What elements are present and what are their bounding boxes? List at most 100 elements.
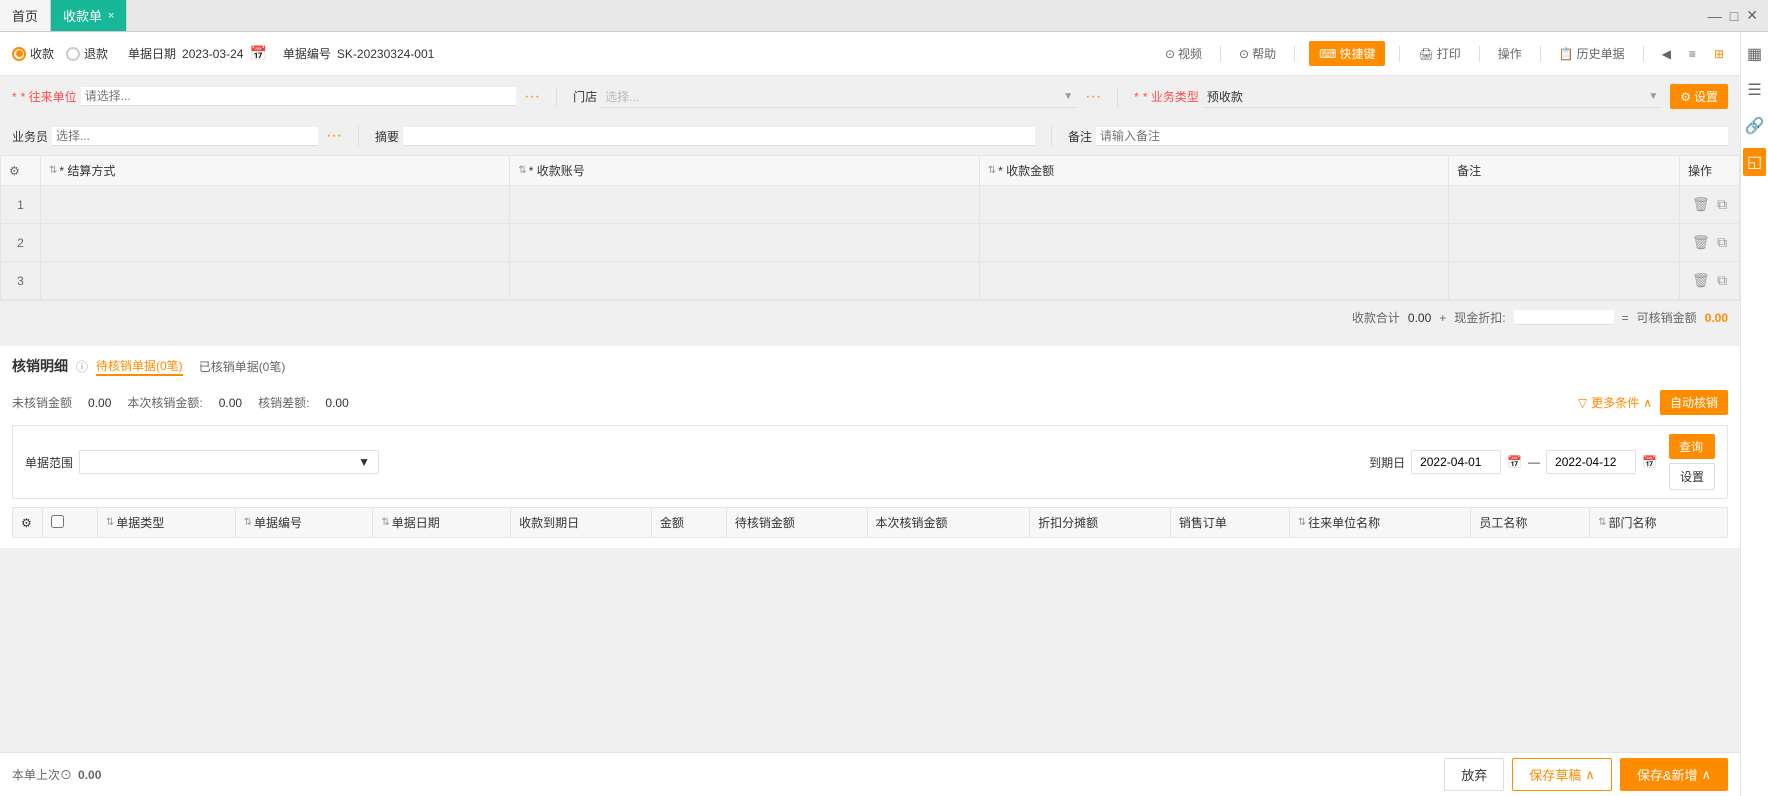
sidebar-icon-1[interactable]: ▦ [1743, 40, 1766, 68]
discount-input[interactable] [1514, 310, 1614, 325]
th-checkbox[interactable]: ⚙ [13, 508, 43, 538]
toolbar: 收款 退款 单据日期 2023-03-24 📅 单据编号 SK-20230324… [0, 32, 1740, 76]
radio-refund[interactable]: 退款 [66, 45, 108, 62]
auto-reconcile-btn[interactable]: 自动核销 [1660, 390, 1728, 415]
receipt-table: ⚙ ⇅ * 结算方式 ⇅ * 收款账号 [0, 155, 1740, 300]
th-checkbox-col[interactable] [43, 508, 98, 538]
table-settings-icon[interactable]: ⚙ [9, 164, 20, 178]
verifiable-label: 可核销金额 [1637, 309, 1697, 326]
completed-tab[interactable]: 已核销单据(0笔) [199, 358, 286, 375]
row-settle-1[interactable] [41, 186, 510, 224]
minimize-button[interactable]: — [1708, 7, 1722, 24]
salesperson-input[interactable] [52, 127, 318, 146]
sep-2 [1117, 87, 1118, 107]
calendar-to-icon[interactable]: 📅 [1642, 455, 1657, 469]
nav-prev-btn[interactable]: ◀ [1658, 45, 1675, 63]
row-amount-1[interactable] [979, 186, 1448, 224]
row-num-2: 2 [1, 224, 41, 262]
row-settle-3[interactable] [41, 262, 510, 300]
video-btn[interactable]: ⊙ 视频 [1161, 43, 1206, 64]
range-select-arrow: ▼ [358, 455, 370, 469]
th-settings[interactable]: ⚙ [1, 156, 41, 186]
row-settle-2[interactable] [41, 224, 510, 262]
sidebar-icon-4[interactable]: ◱ [1743, 148, 1766, 176]
more-conditions-btn[interactable]: ▽ 更多条件 ∧ [1578, 394, 1652, 411]
th-doc-num: ⇅ 单据编号 [235, 508, 373, 538]
row-amount-2[interactable] [979, 224, 1448, 262]
select-all-checkbox[interactable] [51, 515, 64, 528]
settings-grid-btn[interactable]: ⊞ [1710, 45, 1728, 63]
delete-icon-3[interactable]: 🗑 [1692, 272, 1710, 288]
required-star-partner: * [12, 90, 17, 104]
row-note-3[interactable] [1449, 262, 1680, 300]
calendar-from-icon[interactable]: 📅 [1507, 455, 1522, 469]
pending-tab[interactable]: 待核销单据(0笔) [96, 357, 183, 376]
salesperson-more-icon[interactable]: ··· [326, 127, 342, 145]
sidebar-icon-2[interactable]: ☰ [1743, 76, 1765, 104]
delete-icon-1[interactable]: 🗑 [1692, 196, 1710, 212]
copy-icon-1[interactable]: ⧉ [1717, 196, 1727, 212]
table-settings-icon-2[interactable]: ⚙ [21, 516, 32, 530]
shop-select[interactable]: 选择... ▼ [601, 86, 1077, 108]
chevron-up-icon: ∧ [1643, 396, 1652, 410]
footer: 本单上次⊙ 0.00 放弃 保存草稿 ∧ 保存&新增 ∧ [0, 752, 1740, 796]
business-type-select[interactable]: 预收款 ▼ [1203, 86, 1662, 108]
row-amount-3[interactable] [979, 262, 1448, 300]
discard-btn[interactable]: 放弃 [1444, 758, 1504, 791]
footer-right: 放弃 保存草稿 ∧ 保存&新增 ∧ [1444, 758, 1728, 791]
tab-close-icon[interactable]: × [108, 10, 114, 22]
business-type-value: 预收款 [1207, 88, 1243, 105]
sidebar-icon-3[interactable]: 🔗 [1741, 112, 1768, 140]
date-from-input[interactable] [1411, 450, 1501, 474]
operation-btn[interactable]: 操作 [1494, 43, 1526, 64]
radio-receive[interactable]: 收款 [12, 45, 54, 62]
current-label: 本次核销金额: [127, 394, 202, 411]
tab-home[interactable]: 首页 [0, 0, 51, 31]
partner-input[interactable] [81, 87, 516, 106]
video-label: 视频 [1178, 45, 1202, 62]
date-to-input[interactable] [1546, 450, 1636, 474]
maximize-button[interactable]: □ [1730, 7, 1738, 24]
calendar-icon[interactable]: 📅 [249, 45, 266, 62]
range-select[interactable]: ▼ [79, 450, 379, 474]
close-button[interactable]: ✕ [1746, 7, 1758, 24]
shop-label: 门店 [573, 88, 597, 105]
number-value: SK-20230324-001 [337, 47, 434, 61]
filter-settings-btn[interactable]: 设置 [1669, 463, 1715, 490]
save-new-btn[interactable]: 保存&新增 ∧ [1620, 758, 1728, 791]
shop-more-icon[interactable]: ··· [1085, 88, 1101, 106]
copy-icon-2[interactable]: ⧉ [1717, 234, 1727, 250]
note-input[interactable] [1096, 127, 1728, 146]
row-num-1: 1 [1, 186, 41, 224]
info-icon[interactable]: ⓘ [76, 358, 88, 375]
th-note: 备注 [1449, 156, 1680, 186]
save-draft-btn[interactable]: 保存草稿 ∧ [1512, 758, 1612, 791]
summary-input[interactable] [403, 127, 1035, 146]
row-note-2[interactable] [1449, 224, 1680, 262]
section-header: 核销明细 ⓘ 待核销单据(0笔) 已核销单据(0笔) [12, 356, 1728, 376]
row-account-3[interactable] [510, 262, 979, 300]
business-type-field: * * 业务类型 预收款 ▼ [1134, 86, 1662, 108]
row-note-1[interactable] [1449, 186, 1680, 224]
discount-label: 现金折扣: [1454, 309, 1505, 326]
row-account-2[interactable] [510, 224, 979, 262]
copy-icon-3[interactable]: ⧉ [1717, 272, 1727, 288]
current-value: 0.00 [78, 768, 101, 782]
print-btn[interactable]: 🖨 打印 [1414, 43, 1464, 64]
shortcut-btn[interactable]: ⌨ 快捷键 [1309, 41, 1385, 66]
tab-receipt[interactable]: 收款单 × [51, 0, 127, 31]
layout-icon: ≡ [1689, 47, 1696, 61]
video-icon: ⊙ [1165, 47, 1175, 61]
th-amount: 金额 [651, 508, 726, 538]
equals-sign: = [1622, 311, 1629, 325]
history-btn[interactable]: 📋 历史单据 [1555, 43, 1629, 64]
delete-icon-2[interactable]: 🗑 [1692, 234, 1710, 250]
settings-button[interactable]: ⚙ 设置 [1670, 84, 1728, 109]
partner-more-icon[interactable]: ··· [524, 88, 540, 106]
row-actions-1: 🗑 ⧉ [1680, 186, 1740, 224]
layout-btn[interactable]: ≡ [1685, 45, 1700, 63]
query-btn[interactable]: 查询 [1669, 434, 1715, 459]
th-doc-date: ⇅ 单据日期 [373, 508, 511, 538]
row-account-1[interactable] [510, 186, 979, 224]
help-btn[interactable]: ⊙ 帮助 [1235, 43, 1280, 64]
